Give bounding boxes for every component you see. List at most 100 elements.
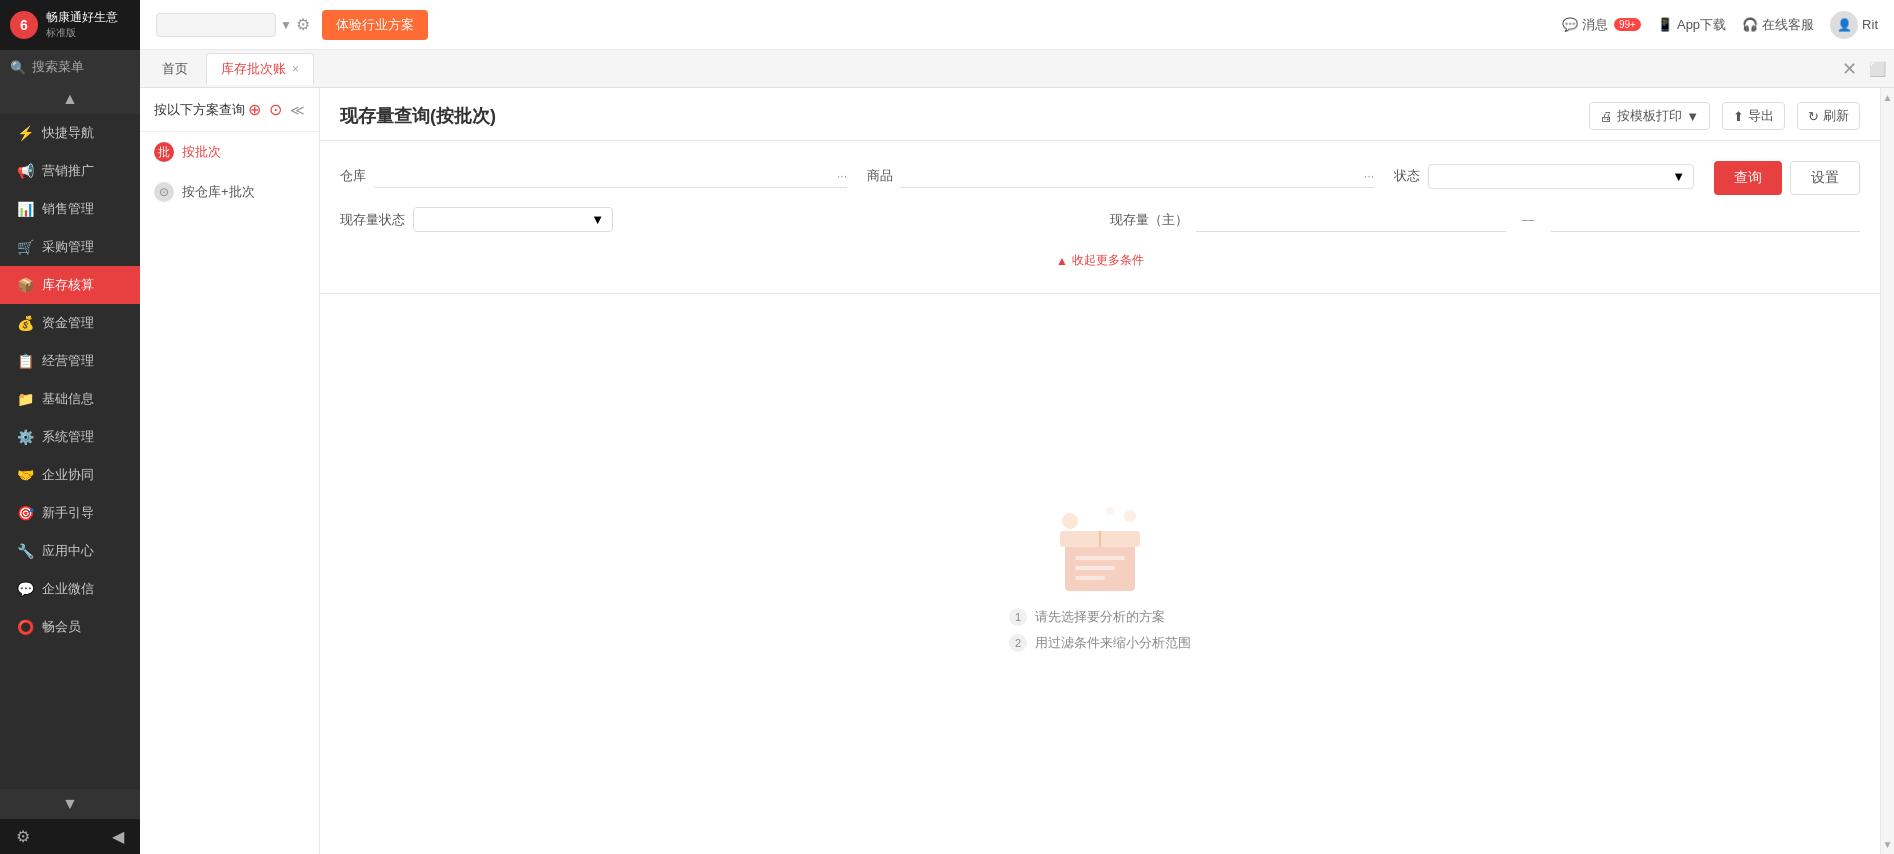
sidebar-item-label: 销售管理 <box>42 200 94 218</box>
scrollbar-up[interactable]: ▲ <box>1879 88 1894 107</box>
topbar-actions: 💬 消息 99+ 📱 App下载 🎧 在线客服 👤 Rit <box>1562 11 1878 39</box>
print-button[interactable]: 🖨 按模板打印 ▼ <box>1589 102 1710 130</box>
sidebar-item-label: 应用中心 <box>42 542 94 560</box>
empty-state: 1 请先选择要分析的方案 2 用过滤条件来缩小分析范围 <box>320 294 1880 854</box>
tab-close-icon[interactable]: × <box>292 62 299 76</box>
inventory-qty-label: 现存量（主） <box>1110 211 1188 229</box>
active-tab-label: 库存批次账 <box>221 60 286 78</box>
sidebar-item-inventory[interactable]: 📦 库存核算 <box>0 266 140 304</box>
settings-button[interactable]: 设置 <box>1790 161 1860 195</box>
tab-inventory-batch[interactable]: 库存批次账 × <box>206 53 314 85</box>
filter-panel-label: 按以下方案查询 <box>154 101 245 119</box>
inventory-status-select[interactable] <box>422 212 591 227</box>
app-download-action[interactable]: 📱 App下载 <box>1657 16 1726 34</box>
query-header: 现存量查询(按批次) 🖨 按模板打印 ▼ ⬆ 导出 ↻ 刷新 <box>320 88 1880 141</box>
filter-panel-header: 按以下方案查询 ⊕ ⊙ ≪ <box>140 88 319 132</box>
product-field: 商品 ··· <box>867 164 1374 188</box>
panel-expand-button[interactable]: ⬜ <box>1869 61 1886 77</box>
sidebar-item-shortcut[interactable]: ⚡ 快捷导航 <box>0 114 140 152</box>
topbar-dropdown-icon[interactable]: ▼ <box>280 18 292 32</box>
filter-add-icon[interactable]: ⊕ <box>248 100 261 119</box>
sidebar-item-label: 资金管理 <box>42 314 94 332</box>
content-area: 按以下方案查询 ⊕ ⊙ ≪ 批 按批次 ⊙ 按仓库+批次 现存量查询(按批次) <box>140 88 1894 854</box>
app-logo: 6 <box>10 11 38 39</box>
product-label: 商品 <box>867 167 893 185</box>
sidebar-item-label: 企业微信 <box>42 580 94 598</box>
sidebar-item-appstore[interactable]: 🔧 应用中心 <box>0 532 140 570</box>
collapse-icon[interactable]: ◀ <box>112 827 124 846</box>
hint-text-1: 请先选择要分析的方案 <box>1035 608 1165 626</box>
warehouse-batch-icon: ⊙ <box>154 182 174 202</box>
sidebar-item-label: 新手引导 <box>42 504 94 522</box>
product-more-icon[interactable]: ··· <box>1364 169 1374 183</box>
company-info: 畅康通好生意 标准版 <box>46 10 118 40</box>
inventory-qty-to-wrapper <box>1551 208 1861 232</box>
sidebar-item-label: 快捷导航 <box>42 124 94 142</box>
sidebar-item-enterprise[interactable]: 🤝 企业协同 <box>0 456 140 494</box>
sidebar-item-label: 营销推广 <box>42 162 94 180</box>
sidebar-item-purchase[interactable]: 🛒 采购管理 <box>0 228 140 266</box>
svg-rect-5 <box>1075 576 1105 580</box>
sidebar-item-member[interactable]: ⭕ 畅会员 <box>0 608 140 646</box>
query-area: 现存量查询(按批次) 🖨 按模板打印 ▼ ⬆ 导出 ↻ 刷新 <box>320 88 1880 854</box>
page-title: 现存量查询(按批次) <box>340 104 496 128</box>
warehouse-more-icon[interactable]: ··· <box>837 169 847 183</box>
trial-button[interactable]: 体验行业方案 <box>322 10 428 40</box>
scroll-down-button[interactable]: ▼ <box>0 789 140 819</box>
product-input[interactable] <box>901 168 1364 183</box>
online-service-action[interactable]: 🎧 在线客服 <box>1742 16 1814 34</box>
export-button[interactable]: ⬆ 导出 <box>1722 102 1785 130</box>
status-field: 状态 ▼ <box>1394 164 1694 189</box>
sidebar-item-basic[interactable]: 📁 基础信息 <box>0 380 140 418</box>
filter-settings-icon[interactable]: ⊙ <box>269 100 282 119</box>
inventory-qty-to-input[interactable] <box>1551 212 1861 227</box>
warehouse-input[interactable] <box>374 168 837 183</box>
refresh-icon: ↻ <box>1808 109 1819 124</box>
topbar-search-input[interactable] <box>156 13 276 37</box>
sidebar-item-sales[interactable]: 📊 销售管理 <box>0 190 140 228</box>
filter-collapse-icon[interactable]: ≪ <box>290 102 305 118</box>
hint-num-1: 1 <box>1009 608 1027 626</box>
scrollbar-down[interactable]: ▼ <box>1879 835 1894 854</box>
sidebar-item-wechat[interactable]: 💬 企业微信 <box>0 570 140 608</box>
empty-hints: 1 请先选择要分析的方案 2 用过滤条件来缩小分析范围 <box>1009 608 1191 652</box>
service-icon: 🎧 <box>1742 17 1758 32</box>
search-menu[interactable]: 🔍 搜索菜单 <box>0 50 140 84</box>
warehouse-input-wrapper: ··· <box>374 164 847 188</box>
hint-text-2: 用过滤条件来缩小分析范围 <box>1035 634 1191 652</box>
messages-action[interactable]: 💬 消息 99+ <box>1562 16 1641 34</box>
shortcut-icon: ⚡ <box>16 124 34 142</box>
refresh-button[interactable]: ↻ 刷新 <box>1797 102 1860 130</box>
svg-point-7 <box>1124 510 1136 522</box>
username: Rit <box>1862 17 1878 32</box>
operations-icon: 📋 <box>16 352 34 370</box>
user-profile[interactable]: 👤 Rit <box>1830 11 1878 39</box>
settings-icon[interactable]: ⚙ <box>16 827 30 846</box>
sidebar-item-marketing[interactable]: 📢 营销推广 <box>0 152 140 190</box>
tab-home[interactable]: 首页 <box>148 54 202 84</box>
sidebar-item-finance[interactable]: 💰 资金管理 <box>0 304 140 342</box>
panel-close-button[interactable]: ✕ <box>1834 58 1865 80</box>
inventory-status-select-wrapper: ▼ <box>413 207 613 232</box>
sidebar-item-system[interactable]: ⚙️ 系统管理 <box>0 418 140 456</box>
collapse-chevron-icon: ▲ <box>1056 254 1068 268</box>
sidebar-item-operations[interactable]: 📋 经营管理 <box>0 342 140 380</box>
sidebar-item-newbie[interactable]: 🎯 新手引导 <box>0 494 140 532</box>
refresh-label: 刷新 <box>1823 107 1849 125</box>
filter-item-by-warehouse-batch[interactable]: ⊙ 按仓库+批次 <box>140 172 319 212</box>
filter-item-by-batch[interactable]: 批 按批次 <box>140 132 319 172</box>
finance-icon: 💰 <box>16 314 34 332</box>
app-download-label: App下载 <box>1677 16 1726 34</box>
sidebar-item-label: 基础信息 <box>42 390 94 408</box>
scroll-up-button[interactable]: ▲ <box>0 84 140 114</box>
query-button[interactable]: 查询 <box>1714 161 1782 195</box>
filter-panel-actions: ⊕ ⊙ ≪ <box>248 100 305 119</box>
topbar-settings-icon[interactable]: ⚙ <box>296 15 310 34</box>
company-name: 畅康通好生意 <box>46 10 118 26</box>
sales-icon: 📊 <box>16 200 34 218</box>
inventory-qty-from-input[interactable] <box>1196 212 1506 227</box>
search-menu-label: 搜索菜单 <box>32 58 84 76</box>
status-select[interactable] <box>1437 169 1672 184</box>
collapse-more-conditions[interactable]: ▲ 收起更多条件 <box>340 244 1860 277</box>
warehouse-field: 仓库 ··· <box>340 164 847 188</box>
